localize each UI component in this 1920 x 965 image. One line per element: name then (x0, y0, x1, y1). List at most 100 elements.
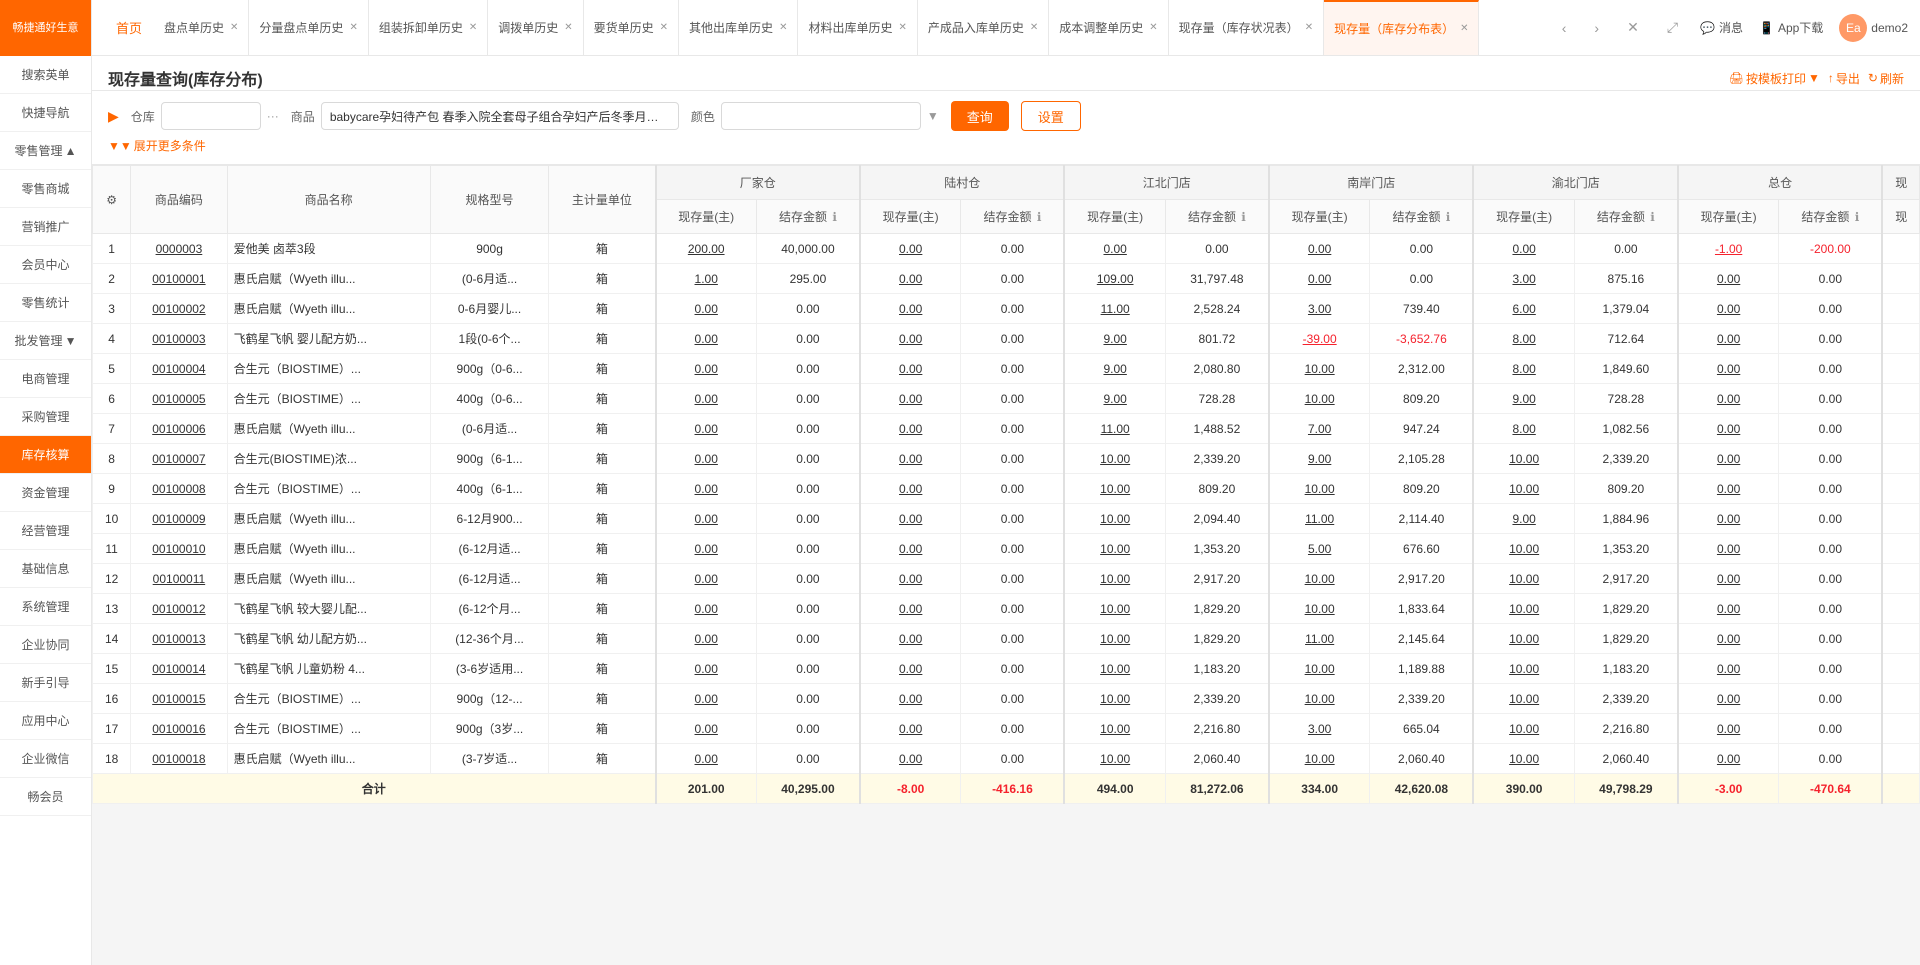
tab-close-icon[interactable]: ✕ (1149, 22, 1157, 33)
sidebar-item-finance[interactable]: 资金管理 (0, 474, 91, 512)
sidebar-item-appcenter[interactable]: 应用中心 (0, 702, 91, 740)
tab-close-icon[interactable]: ✕ (564, 22, 572, 33)
expand-conditions-btn[interactable]: ▼▼ 展开更多条件 (108, 137, 1904, 154)
row-index: 12 (93, 564, 131, 594)
logo[interactable]: 畅捷通好生意 (0, 0, 91, 56)
refresh-btn[interactable]: ↻ 刷新 (1868, 70, 1904, 87)
tab-material-out-history[interactable]: 材料出库单历史 ✕ (798, 0, 917, 56)
tab-product-in-history[interactable]: 产成品入库单历史 ✕ (918, 0, 1049, 56)
tab-inventory-history[interactable]: 盘点单历史 ✕ (154, 0, 249, 56)
filter-expand-arrow[interactable]: ▶ (108, 108, 119, 125)
settings-icon[interactable]: ⚙ (106, 193, 117, 207)
tab-close-icon[interactable]: ✕ (1460, 23, 1468, 34)
lucun-qty-header: 现存量(主) (860, 200, 961, 234)
sidebar-item-quicknav[interactable]: 快捷导航 (0, 94, 91, 132)
tab-close-icon[interactable]: ✕ (349, 22, 357, 33)
summary-yubei-qty: 390.00 (1473, 774, 1574, 804)
info-icon[interactable]: ℹ (1446, 210, 1451, 224)
jiangbei-amt: 1,183.20 (1165, 654, 1269, 684)
jiangbei-qty: 9.00 (1064, 384, 1165, 414)
tab-fraction-history[interactable]: 分量盘点单历史 ✕ (249, 0, 368, 56)
tab-close-icon[interactable]: ✕ (660, 22, 668, 33)
tab-close-icon[interactable]: ✕ (898, 22, 906, 33)
tab-next-btn[interactable]: › (1588, 20, 1605, 36)
sidebar-item-inventory[interactable]: 库存核算 (0, 436, 91, 474)
info-icon[interactable]: ℹ (1037, 210, 1042, 224)
info-icon[interactable]: ℹ (832, 210, 837, 224)
col-code-header: 商品编码 (131, 166, 227, 234)
product-value[interactable]: babycare孕妇待产包 春季入院全套母子组合孕妇产后冬季月子用品 22件套 … (321, 102, 679, 130)
sidebar-item-retail-mgmt[interactable]: 零售管理 ▲ (0, 132, 91, 170)
nanan-qty: 5.00 (1269, 534, 1370, 564)
row-spec: (3-6岁适用... (430, 654, 549, 684)
tab-close-all-btn[interactable]: ✕ (1621, 19, 1645, 36)
tab-prev-btn[interactable]: ‹ (1556, 20, 1573, 36)
app-download-btn[interactable]: 📱 App下载 (1759, 19, 1823, 36)
sidebar-item-ecommerce[interactable]: 电商管理 (0, 360, 91, 398)
row-name: 飞鹤星飞帆 幼儿配方奶... (227, 624, 430, 654)
changjia-amt: 0.00 (756, 744, 860, 774)
sidebar-item-guide[interactable]: 新手引导 (0, 664, 91, 702)
yubei-qty: 8.00 (1473, 354, 1574, 384)
sidebar-item-enterprise[interactable]: 企业协同 (0, 626, 91, 664)
sidebar-item-wxwork[interactable]: 企业微信 (0, 740, 91, 778)
jiangbei-qty: 10.00 (1064, 714, 1165, 744)
export-btn[interactable]: ↑ 导出 (1828, 70, 1860, 87)
lucun-qty: 0.00 (860, 624, 961, 654)
jiangbei-qty: 10.00 (1064, 474, 1165, 504)
tab-close-icon[interactable]: ✕ (1305, 22, 1313, 33)
nanan-qty: 10.00 (1269, 684, 1370, 714)
changjia-qty: 0.00 (656, 534, 757, 564)
sidebar-item-marketing[interactable]: 营销推广 (0, 208, 91, 246)
col-gear[interactable]: ⚙ (93, 166, 131, 234)
tab-cost-adjust-history[interactable]: 成本调整单历史 ✕ (1049, 0, 1168, 56)
lucun-amt: 0.00 (961, 624, 1065, 654)
info-icon[interactable]: ℹ (1855, 210, 1860, 224)
tab-expand-btn[interactable]: ⤢ (1661, 19, 1684, 36)
tab-close-icon[interactable]: ✕ (230, 22, 238, 33)
warehouse-input[interactable] (161, 102, 261, 130)
warehouse-yubei-header: 渝北门店 (1473, 166, 1677, 200)
tab-close-icon[interactable]: ✕ (779, 22, 787, 33)
info-icon[interactable]: ℹ (1650, 210, 1655, 224)
lucun-amt: 0.00 (961, 384, 1065, 414)
set-btn[interactable]: 设置 (1021, 101, 1081, 131)
row-name: 惠氏启赋（Wyeth illu... (227, 294, 430, 324)
changjia-amt: 0.00 (756, 384, 860, 414)
jiangbei-qty: 11.00 (1064, 414, 1165, 444)
home-tab[interactable]: 首页 (104, 18, 154, 37)
nanan-qty: 10.00 (1269, 474, 1370, 504)
warehouse-dots-btn[interactable]: ··· (267, 109, 279, 123)
jiangbei-amt: 0.00 (1165, 234, 1269, 264)
query-btn[interactable]: 查询 (951, 101, 1009, 131)
nanan-qty: 0.00 (1269, 234, 1370, 264)
sidebar-item-operations[interactable]: 经营管理 (0, 512, 91, 550)
sidebar-item-member2[interactable]: 畅会员 (0, 778, 91, 816)
sidebar-item-retail-stats[interactable]: 零售统计 (0, 284, 91, 322)
tab-stock-status[interactable]: 现存量（库存状况表） ✕ (1169, 0, 1324, 56)
color-input[interactable] (721, 102, 921, 130)
sidebar-item-member[interactable]: 会员中心 (0, 246, 91, 284)
info-icon[interactable]: ℹ (1241, 210, 1246, 224)
changjia-qty: 0.00 (656, 684, 757, 714)
sidebar-item-system[interactable]: 系统管理 (0, 588, 91, 626)
tab-transfer-history[interactable]: 调拨单历史 ✕ (488, 0, 583, 56)
yubei-amt: 728.28 (1574, 384, 1678, 414)
tab-other-out-history[interactable]: 其他出库单历史 ✕ (679, 0, 798, 56)
sidebar-item-purchase[interactable]: 采购管理 (0, 398, 91, 436)
user-menu[interactable]: Ea demo2 (1839, 14, 1908, 42)
table-area[interactable]: ⚙ 商品编码 商品名称 规格型号 主计量单位 厂家仓 陆村仓 江北门店 南岸门店… (92, 165, 1920, 965)
sidebar-item-basic-info[interactable]: 基础信息 (0, 550, 91, 588)
message-btn[interactable]: 💬 消息 (1700, 19, 1743, 36)
print-btn[interactable]: 🖨 按模板打印 ▼ (1729, 70, 1820, 87)
tab-assemble-history[interactable]: 组装拆卸单历史 ✕ (369, 0, 488, 56)
tab-close-icon[interactable]: ✕ (1030, 22, 1038, 33)
tab-close-icon[interactable]: ✕ (469, 22, 477, 33)
table-row: 8 00100007 合生元(BIOSTIME)浓... 900g（6-1...… (93, 444, 1920, 474)
sidebar-item-wholesale[interactable]: 批发管理 ▼ (0, 322, 91, 360)
sidebar-item-retail-mall[interactable]: 零售商城 (0, 170, 91, 208)
yubei-amt: 1,829.20 (1574, 624, 1678, 654)
tab-stock-distribution[interactable]: 现存量（库存分布表） ✕ (1324, 0, 1479, 56)
sidebar-item-search[interactable]: 搜索英单 (0, 56, 91, 94)
tab-order-history[interactable]: 要货单历史 ✕ (584, 0, 679, 56)
